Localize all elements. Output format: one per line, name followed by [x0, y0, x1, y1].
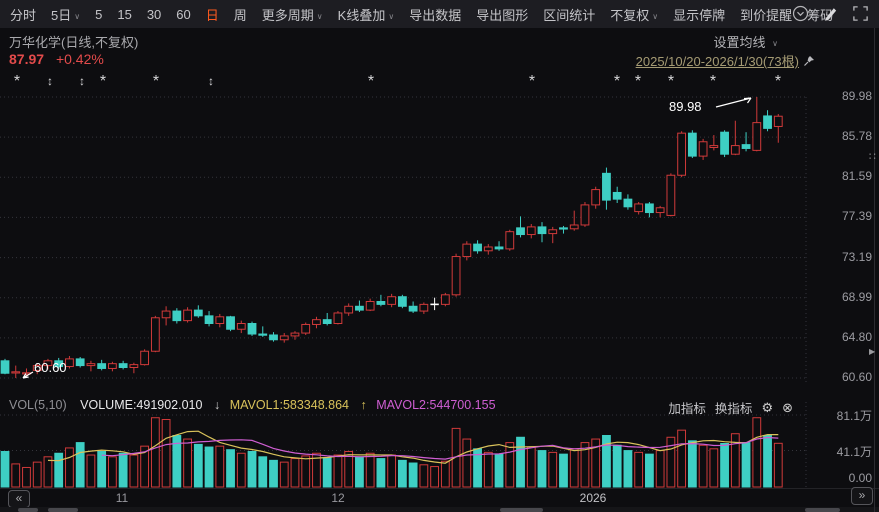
- price-tick: 64.80: [841, 329, 872, 344]
- toolbar-item-到价提醒[interactable]: 到价提醒: [740, 5, 792, 24]
- price-tick: 77.39: [841, 209, 872, 224]
- fullscreen-icon[interactable]: [852, 5, 869, 22]
- news-marker-icon[interactable]: *: [705, 74, 721, 90]
- bottom-scrollbar[interactable]: [0, 507, 879, 512]
- toolbar: 分时 5日 ∨ 5 15 30 60 日周更多周期 ∨ K线叠加 ∨ 导出数据 导出图形 区间统计 不复权 ∨…: [0, 0, 879, 28]
- price-tick: 73.19: [841, 249, 872, 264]
- stock-chart-window: 分时 5日 ∨ 5 15 30 60 日周更多周期 ∨ K线叠加 ∨ 导出数据 导出图形 区间统计 不复权 ∨…: [0, 0, 879, 512]
- bottom-scrollbar-segment[interactable]: [500, 508, 543, 512]
- time-tick: 11: [115, 491, 129, 505]
- news-marker-icon[interactable]: *: [663, 74, 679, 90]
- toolbar-item-导出图形[interactable]: 导出图形: [476, 5, 528, 24]
- news-marker-icon[interactable]: *: [630, 74, 646, 90]
- dividend-marker-icon[interactable]: ↕: [74, 74, 90, 88]
- last-price: 87.97: [9, 51, 45, 67]
- toolbar-item-区间统计[interactable]: 区间统计: [543, 5, 595, 24]
- news-marker-icon[interactable]: *: [609, 74, 625, 90]
- low-annotation: 60.60: [34, 360, 67, 375]
- news-marker-icon[interactable]: *: [95, 74, 111, 90]
- ma-settings-link[interactable]: 设置均线 ∨: [714, 32, 779, 51]
- price-tick: 60.60: [841, 370, 872, 385]
- price-tick: 85.78: [841, 129, 872, 144]
- toolbar-item-5日[interactable]: 5日 ∨: [51, 5, 80, 24]
- chevron-down-icon: ∨: [772, 39, 778, 48]
- toolbar-item-周[interactable]: 周: [234, 5, 247, 24]
- volume-tick: 41.1万: [836, 444, 872, 459]
- toolbar-item-不复权[interactable]: 不复权 ∨: [610, 5, 658, 24]
- stock-title: 万华化学(日线,不复权): [9, 35, 139, 50]
- circle-chevron-down-icon[interactable]: [792, 5, 809, 22]
- panel-resize-handle[interactable]: ∷: [869, 150, 876, 163]
- news-marker-icon[interactable]: *: [770, 74, 786, 90]
- toolbar-item-60[interactable]: 60: [176, 7, 190, 22]
- price-tick: 89.98: [841, 89, 872, 103]
- pin-icon[interactable]: [803, 55, 815, 67]
- toolbar-item-更多周期[interactable]: 更多周期 ∨: [262, 5, 323, 24]
- news-marker-icon[interactable]: *: [524, 74, 540, 90]
- news-marker-icon[interactable]: *: [9, 74, 25, 90]
- toolbar-item-30[interactable]: 30: [147, 7, 161, 22]
- volume-tick: 81.1万: [836, 408, 872, 423]
- volume-chart[interactable]: [0, 400, 822, 488]
- date-range-link[interactable]: 2025/10/20-2026/1/30(73根): [636, 51, 815, 70]
- toolbar-item-5[interactable]: 5: [95, 7, 102, 22]
- time-tick: 2026: [579, 491, 607, 505]
- chevron-down-icon: ∨: [316, 11, 323, 21]
- high-annotation: 89.98: [669, 99, 702, 114]
- scroll-left-button[interactable]: «: [8, 490, 30, 508]
- bottom-scrollbar-segment[interactable]: [805, 508, 840, 512]
- chevron-down-icon: ∨: [388, 11, 395, 21]
- toolbar-item-导出数据[interactable]: 导出数据: [409, 5, 461, 24]
- toolbar-item-K线叠加[interactable]: K线叠加 ∨: [338, 5, 395, 24]
- price-row: 87.97 +0.42%: [9, 51, 104, 67]
- price-tick: 68.99: [841, 289, 872, 304]
- toolbar-items: 分时 5日 ∨ 5 15 30 60 日周更多周期 ∨ K线叠加 ∨ 导出数据 导出图形 区间统计 不复权 ∨…: [10, 5, 848, 24]
- chevron-down-icon: ∨: [652, 11, 659, 21]
- toolbar-item-日[interactable]: 日: [206, 5, 219, 24]
- dividend-marker-icon[interactable]: ↕: [42, 74, 58, 88]
- candlestick-chart[interactable]: [0, 90, 822, 392]
- dividend-marker-icon[interactable]: ↕: [203, 74, 219, 88]
- news-marker-icon[interactable]: *: [148, 74, 164, 90]
- collapse-panel-arrow-icon[interactable]: ▶: [869, 347, 875, 356]
- toolbar-icons: [792, 5, 869, 22]
- panel-divider: [874, 28, 875, 512]
- toolbar-item-15[interactable]: 15: [117, 7, 131, 22]
- toolbar-item-显示停牌[interactable]: 显示停牌: [673, 5, 725, 24]
- news-marker-icon[interactable]: *: [363, 74, 379, 90]
- bottom-scrollbar-segment[interactable]: [18, 508, 38, 512]
- toolbar-item-分时[interactable]: 分时: [10, 5, 36, 24]
- chevron-down-icon: ∨: [74, 11, 81, 21]
- time-tick: 12: [331, 491, 345, 505]
- volume-tick: 0.00: [848, 471, 872, 485]
- scroll-right-button[interactable]: »: [851, 487, 873, 505]
- bottom-scrollbar-segment[interactable]: [48, 508, 78, 512]
- change-percent: +0.42%: [55, 51, 104, 67]
- price-tick: 81.59: [841, 169, 872, 184]
- brush-icon[interactable]: [822, 5, 839, 22]
